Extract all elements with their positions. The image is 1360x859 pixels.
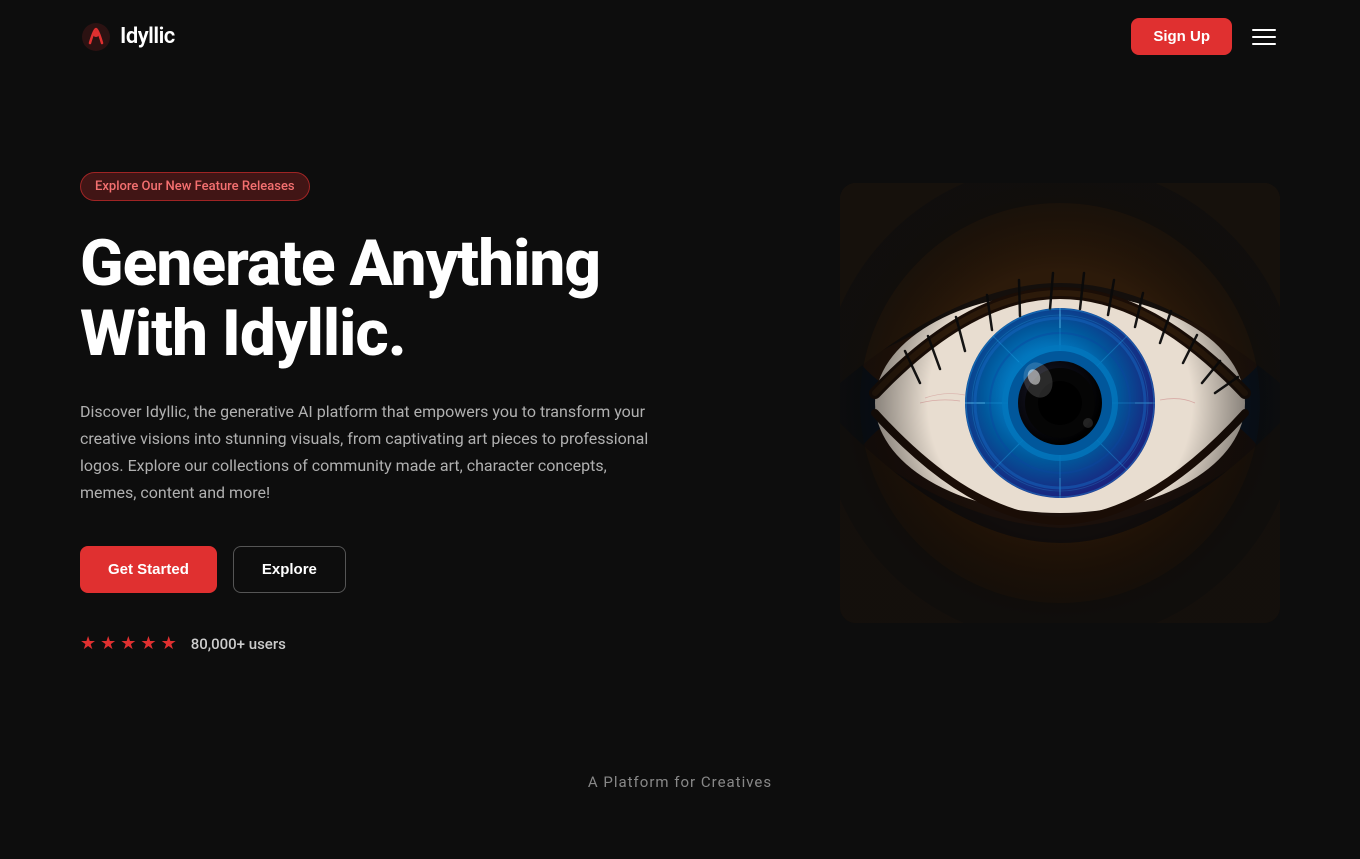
menu-button[interactable] <box>1248 25 1280 49</box>
star-1: ★ <box>80 633 96 654</box>
star-3: ★ <box>120 633 136 654</box>
logo[interactable]: Idyllic <box>80 21 175 53</box>
hero-buttons: Get Started Explore <box>80 546 740 593</box>
user-count: 80,000+ users <box>191 635 286 653</box>
menu-line-2 <box>1252 36 1276 38</box>
eye-illustration <box>840 183 1280 623</box>
menu-line-1 <box>1252 29 1276 31</box>
signup-button[interactable]: Sign Up <box>1131 18 1232 55</box>
hero-title: Generate Anything With Idyllic. <box>80 229 740 370</box>
explore-button[interactable]: Explore <box>233 546 346 593</box>
nav-actions: Sign Up <box>1131 18 1280 55</box>
bottom-tagline: A Platform for Creatives <box>0 753 1360 811</box>
get-started-button[interactable]: Get Started <box>80 546 217 593</box>
menu-line-3 <box>1252 43 1276 45</box>
hero-title-line2: With Idyllic. <box>80 296 406 371</box>
feature-badge[interactable]: Explore Our New Feature Releases <box>80 172 310 201</box>
star-2: ★ <box>100 633 116 654</box>
hero-section: Explore Our New Feature Releases Generat… <box>0 73 1360 753</box>
logo-text: Idyllic <box>120 24 175 49</box>
star-4: ★ <box>140 633 156 654</box>
hero-description: Discover Idyllic, the generative AI plat… <box>80 398 660 507</box>
hero-content: Explore Our New Feature Releases Generat… <box>80 152 740 655</box>
star-5: ★ <box>161 633 177 654</box>
hero-image <box>840 183 1280 623</box>
social-proof: ★ ★ ★ ★ ★ 80,000+ users <box>80 633 740 654</box>
navbar: Idyllic Sign Up <box>0 0 1360 73</box>
idyllic-logo-icon <box>80 21 112 53</box>
hero-title-line1: Generate Anything <box>80 226 600 301</box>
tagline-text: A Platform for Creatives <box>588 773 772 791</box>
star-rating: ★ ★ ★ ★ ★ <box>80 633 177 654</box>
